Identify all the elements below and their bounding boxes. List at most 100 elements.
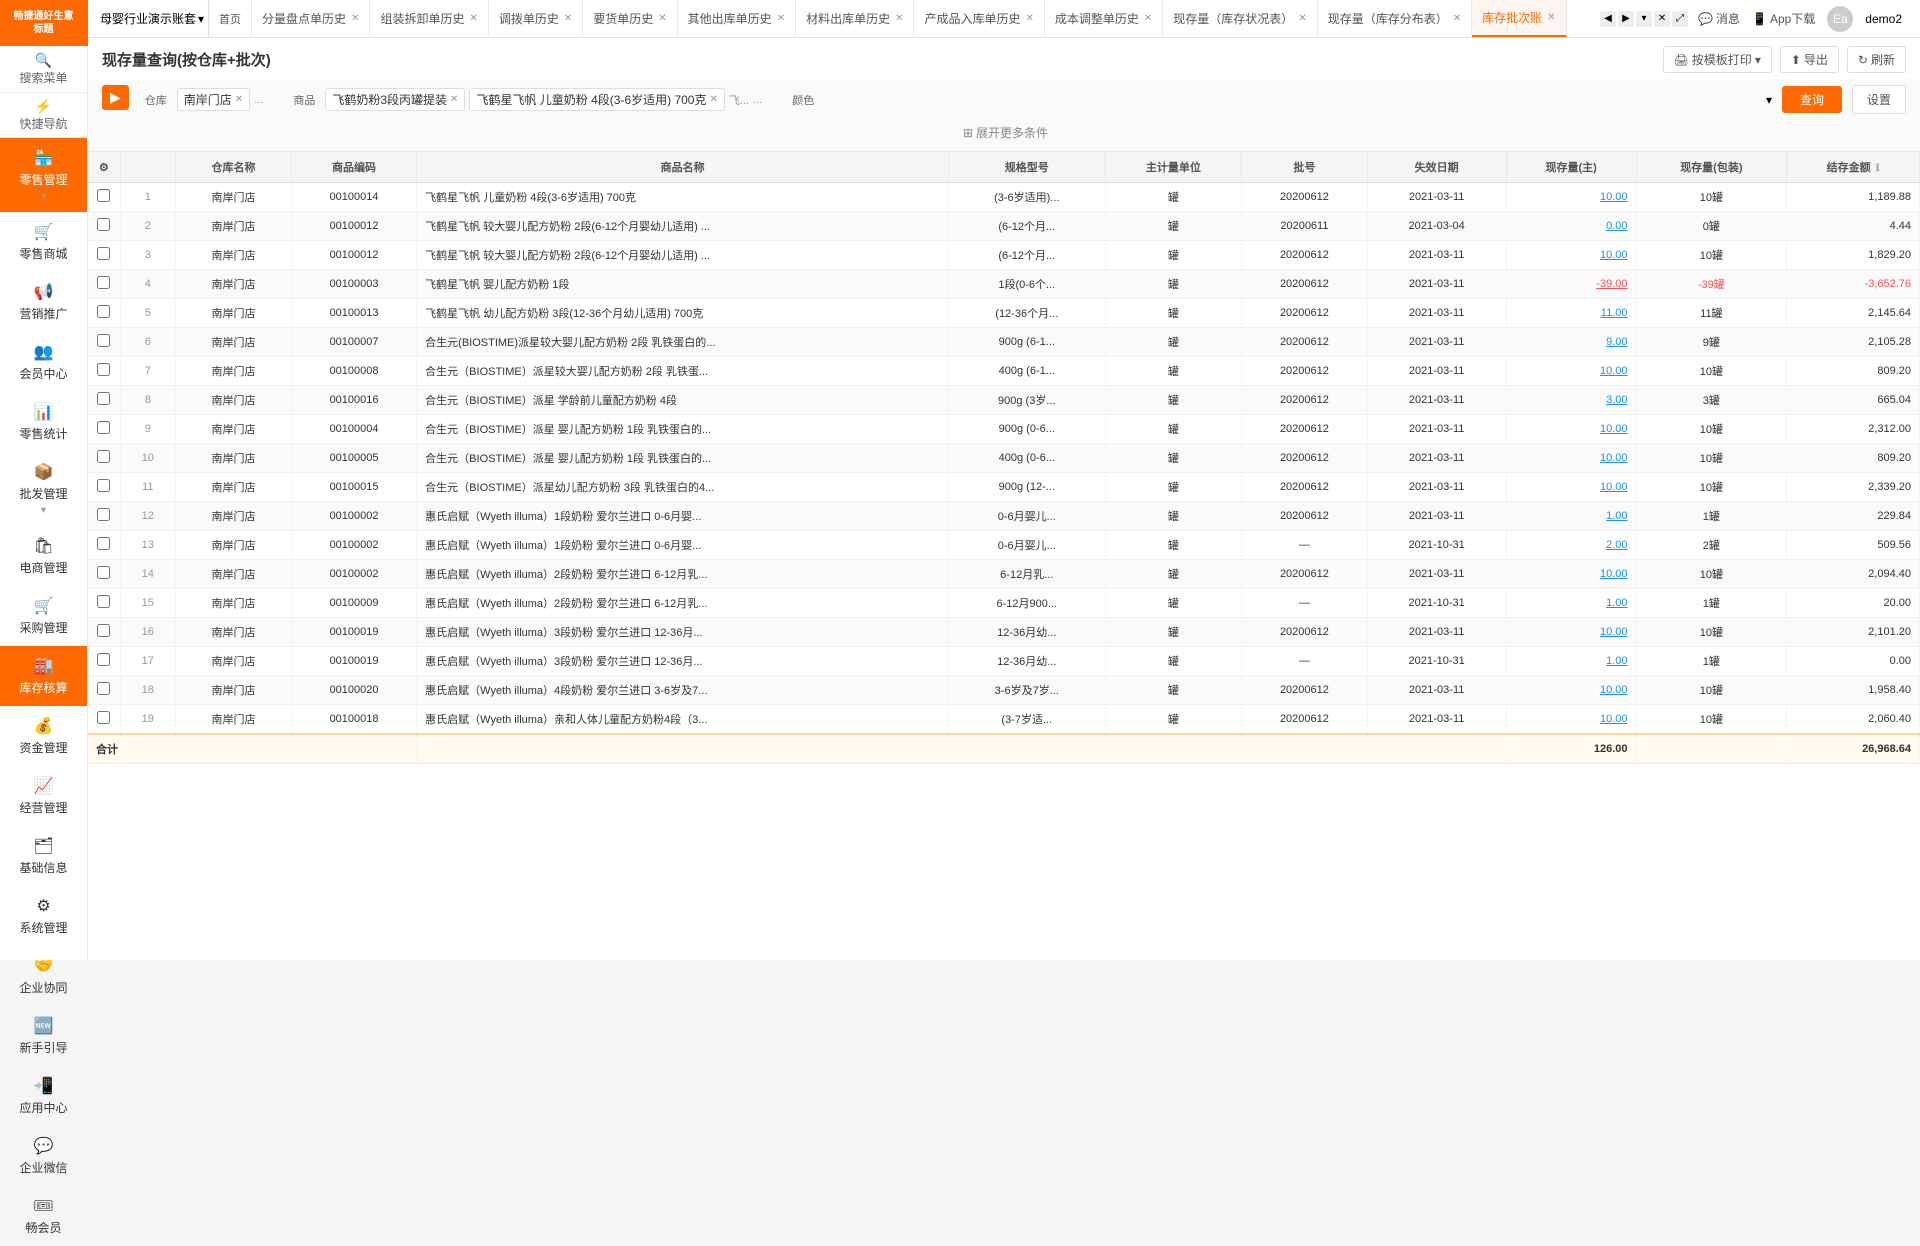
tab-order[interactable]: 要货单历史 ✕	[583, 0, 677, 37]
sidebar-item-ops[interactable]: 📈 经营管理	[0, 766, 87, 826]
col-settings[interactable]: ⚙	[88, 152, 120, 183]
tab-close-6[interactable]: ✕	[895, 13, 903, 24]
row-checkbox[interactable]	[88, 415, 120, 444]
sidebar-quicknav[interactable]: ⚡ 快捷导航	[0, 93, 87, 138]
tab-stock1[interactable]: 现存量（库存状况表） ✕	[1163, 0, 1317, 37]
tab-stock2[interactable]: 现存量（库存分布表） ✕	[1318, 0, 1472, 37]
sidebar-item-wholesale[interactable]: 📦 批发管理 ▾	[0, 452, 87, 526]
row-checkbox[interactable]	[88, 473, 120, 502]
tab-fullscreen[interactable]: ⤢	[1672, 11, 1688, 27]
tab-close-8[interactable]: ✕	[1144, 13, 1152, 24]
tab-home[interactable]: 首页	[209, 0, 252, 37]
sidebar-item-finance[interactable]: 💰 资金管理	[0, 706, 87, 766]
row-stock-main[interactable]: 10.00	[1506, 444, 1636, 473]
tab-transfer[interactable]: 调拨单历史 ✕	[489, 0, 583, 37]
table-container[interactable]: ⚙ 仓库名称 商品编码 商品名称 规格型号 主计量单位 批号 失效日期 现存量(…	[88, 152, 1920, 960]
row-stock-main[interactable]: 10.00	[1506, 676, 1636, 705]
message-button[interactable]: 💬 消息	[1698, 10, 1740, 27]
balance-info-icon[interactable]: ℹ	[1876, 163, 1880, 174]
app-download-button[interactable]: 📱 App下载	[1752, 10, 1815, 27]
tab-arrow-right[interactable]: ▶	[1618, 11, 1634, 27]
sidebar-item-marketing[interactable]: 📢 营销推广	[0, 272, 87, 332]
row-stock-main[interactable]: 10.00	[1506, 415, 1636, 444]
sidebar-search[interactable]: 🔍 搜索菜单	[0, 46, 87, 93]
sidebar-item-basic[interactable]: 🗂 基础信息	[0, 826, 87, 886]
row-stock-main[interactable]: 9.00	[1506, 328, 1636, 357]
row-stock-main[interactable]: 11.00	[1506, 299, 1636, 328]
row-stock-main[interactable]: 10.00	[1506, 473, 1636, 502]
row-checkbox[interactable]	[88, 560, 120, 589]
warehouse-bar-top[interactable]: 母婴行业演示账套 ▾	[96, 0, 209, 37]
row-checkbox[interactable]	[88, 270, 120, 299]
tab-material[interactable]: 材料出库单历史 ✕	[796, 0, 914, 37]
row-stock-main[interactable]: 2.00	[1506, 531, 1636, 560]
avatar[interactable]: Ea	[1827, 6, 1853, 32]
filter-collapse-button[interactable]: ▶	[102, 85, 129, 110]
sidebar-item-purchase[interactable]: 🛒 采购管理	[0, 586, 87, 646]
goods-tag-close-2[interactable]: ✕	[709, 94, 717, 105]
export-button[interactable]: ⬆ 导出	[1780, 46, 1839, 73]
sidebar-item-collab[interactable]: 🤝 企业协同	[0, 946, 87, 1006]
tab-close-1[interactable]: ✕	[351, 13, 359, 24]
goods-filter-ellipsis[interactable]: ...	[753, 94, 762, 106]
tab-arrow-down[interactable]: ▾	[1636, 11, 1652, 27]
tab-finished[interactable]: 产成品入库单历史 ✕	[914, 0, 1044, 37]
row-stock-main[interactable]: 10.00	[1506, 241, 1636, 270]
tab-batch[interactable]: 库存批次账 ✕	[1472, 0, 1566, 37]
tab-cost[interactable]: 成本调整单历史 ✕	[1045, 0, 1163, 37]
sidebar-item-retail-stats[interactable]: 📊 零售统计	[0, 392, 87, 452]
row-stock-main[interactable]: 10.00	[1506, 705, 1636, 735]
sidebar-item-appstore[interactable]: 📲 应用中心	[0, 1066, 87, 1126]
row-stock-main[interactable]: 10.00	[1506, 183, 1636, 212]
tab-close-3[interactable]: ✕	[564, 13, 572, 24]
tab-close-5[interactable]: ✕	[777, 13, 785, 24]
refresh-button[interactable]: ↻ 刷新	[1847, 46, 1906, 73]
row-stock-main[interactable]: -39.00	[1506, 270, 1636, 299]
sidebar-item-retail[interactable]: 🏪 零售管理 ▾	[0, 138, 87, 212]
row-stock-main[interactable]: 10.00	[1506, 618, 1636, 647]
sidebar-item-member[interactable]: 👥 会员中心	[0, 332, 87, 392]
tab-close-11[interactable]: ✕	[1547, 12, 1555, 23]
tab-close-2[interactable]: ✕	[469, 13, 477, 24]
tab-close-4[interactable]: ✕	[658, 13, 666, 24]
warehouse-selector-arrow[interactable]: ▾	[198, 12, 204, 26]
warehouse-tag-1[interactable]: 南岸门店 ✕	[177, 88, 250, 111]
row-checkbox[interactable]	[88, 531, 120, 560]
row-checkbox[interactable]	[88, 212, 120, 241]
row-checkbox[interactable]	[88, 647, 120, 676]
row-stock-main[interactable]: 0.00	[1506, 212, 1636, 241]
tab-close-7[interactable]: ✕	[1026, 13, 1034, 24]
tab-inventory1[interactable]: 分量盘点单历史 ✕	[252, 0, 370, 37]
tab-close-9[interactable]: ✕	[1298, 13, 1306, 24]
row-checkbox[interactable]	[88, 386, 120, 415]
goods-tag-2[interactable]: 飞鹤星飞帆 儿童奶粉 4段(3-6岁适用) 700克 ✕	[469, 88, 724, 111]
goods-tag-1[interactable]: 飞鹤奶粉3段丙罐提装 ✕	[325, 88, 465, 111]
row-checkbox[interactable]	[88, 328, 120, 357]
row-stock-main[interactable]: 3.00	[1506, 386, 1636, 415]
goods-filter-more[interactable]: 飞...	[729, 92, 749, 108]
sidebar-item-retail-shop[interactable]: 🛒 零售商城	[0, 212, 87, 272]
row-checkbox[interactable]	[88, 444, 120, 473]
row-checkbox[interactable]	[88, 299, 120, 328]
goods-tag-close-1[interactable]: ✕	[450, 94, 458, 105]
row-checkbox[interactable]	[88, 676, 120, 705]
sidebar-item-system[interactable]: ⚙ 系统管理	[0, 886, 87, 946]
sidebar-item-wechat[interactable]: 💬 企业微信	[0, 1126, 87, 1186]
row-stock-main[interactable]: 1.00	[1506, 647, 1636, 676]
sidebar-item-guide[interactable]: 🆕 新手引导	[0, 1006, 87, 1066]
sidebar-item-member2[interactable]: 🎟 畅会员	[0, 1186, 87, 1246]
tab-arrow-left[interactable]: ◀	[1600, 11, 1616, 27]
tab-inventory2[interactable]: 组装拆卸单历史 ✕	[370, 0, 488, 37]
tab-close-10[interactable]: ✕	[1453, 13, 1461, 24]
row-checkbox[interactable]	[88, 589, 120, 618]
template-print-button[interactable]: 🖨 按模板打印 ▾	[1663, 46, 1772, 73]
color-dropdown-arrow[interactable]: ▾	[1766, 93, 1772, 107]
query-button[interactable]: 查询	[1782, 86, 1842, 113]
warehouse-filter-more[interactable]: ...	[254, 94, 263, 106]
row-checkbox[interactable]	[88, 502, 120, 531]
row-checkbox[interactable]	[88, 618, 120, 647]
row-stock-main[interactable]: 1.00	[1506, 502, 1636, 531]
settings-button[interactable]: 设置	[1852, 85, 1906, 114]
row-checkbox[interactable]	[88, 705, 120, 735]
row-stock-main[interactable]: 1.00	[1506, 589, 1636, 618]
